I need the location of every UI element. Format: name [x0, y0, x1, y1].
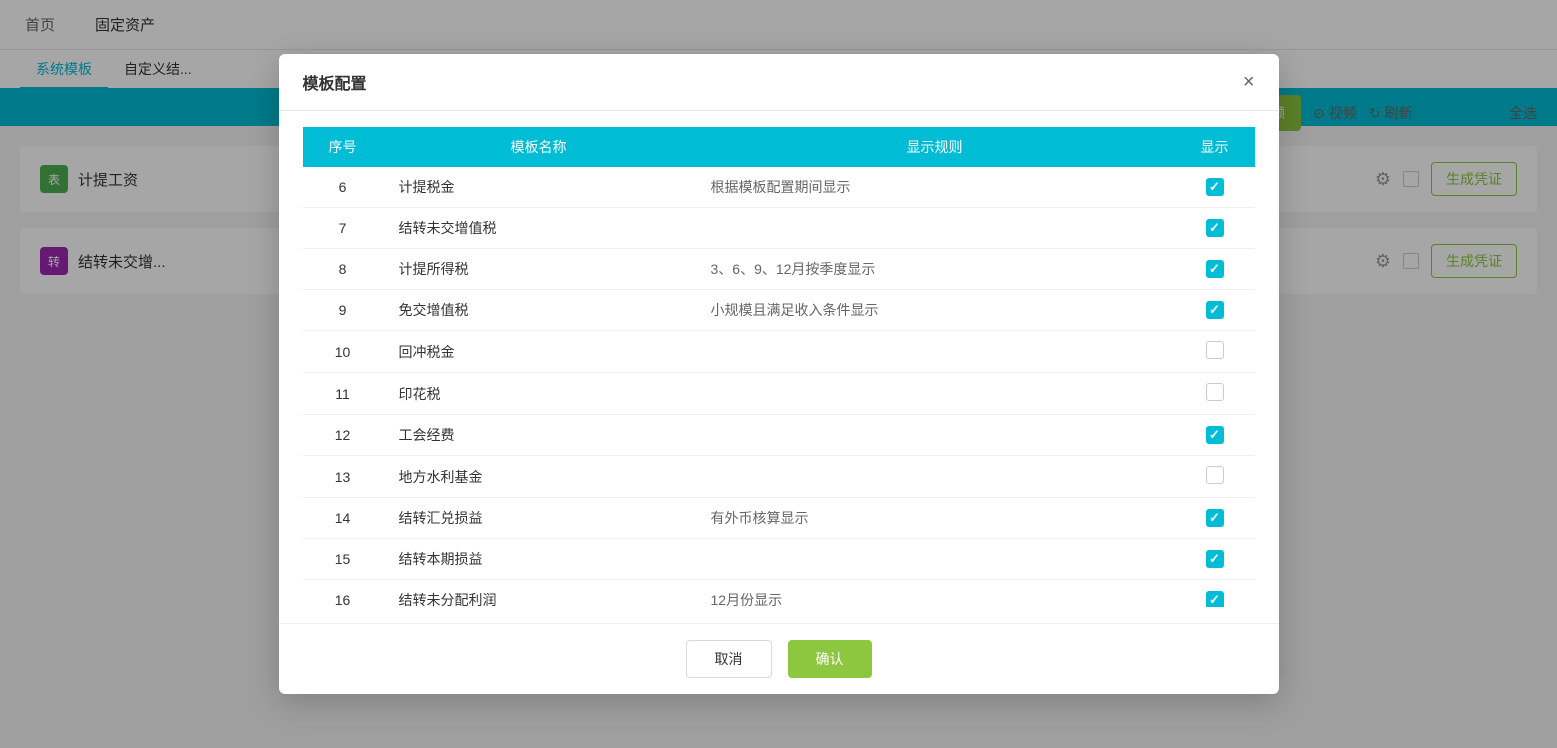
table-row: 14结转汇兑损益有外币核算显示: [303, 498, 1255, 539]
cell-check-10: [1175, 580, 1255, 608]
cell-name-0: 计提税金: [383, 167, 695, 208]
modal-close-button[interactable]: ×: [1243, 72, 1255, 92]
cell-rule-0: 根据模板配置期间显示: [695, 167, 1175, 208]
cell-rule-4: [695, 331, 1175, 373]
cell-name-6: 工会经费: [383, 415, 695, 456]
cell-seq-6: 12: [303, 415, 383, 456]
cell-check-7: [1175, 456, 1255, 498]
config-table: 序号 模板名称 显示规则 显示 6计提税金根据模板配置期间显示7结转未交增值税8…: [303, 127, 1255, 607]
modal-body: 序号 模板名称 显示规则 显示 6计提税金根据模板配置期间显示7结转未交增值税8…: [279, 111, 1279, 623]
table-row: 10回冲税金: [303, 331, 1255, 373]
cell-check-3: [1175, 290, 1255, 331]
template-config-modal: 模板配置 × 序号 模板名称 显示规则 显示 6计提税金根据模板配置期间显示7结…: [279, 54, 1279, 694]
table-body: 6计提税金根据模板配置期间显示7结转未交增值税8计提所得税3、6、9、12月按季…: [303, 167, 1255, 607]
cell-seq-0: 6: [303, 167, 383, 208]
col-header-name: 模板名称: [383, 127, 695, 167]
cell-rule-1: [695, 208, 1175, 249]
col-header-seq: 序号: [303, 127, 383, 167]
cell-seq-5: 11: [303, 373, 383, 415]
cell-name-9: 结转本期损益: [383, 539, 695, 580]
checkbox-8[interactable]: [1206, 509, 1224, 527]
checkbox-10[interactable]: [1206, 591, 1224, 607]
cell-seq-4: 10: [303, 331, 383, 373]
cell-check-5: [1175, 373, 1255, 415]
checkbox-0[interactable]: [1206, 178, 1224, 196]
cell-seq-7: 13: [303, 456, 383, 498]
cell-name-10: 结转未分配利润: [383, 580, 695, 608]
table-row: 7结转未交增值税: [303, 208, 1255, 249]
modal-overlay: 模板配置 × 序号 模板名称 显示规则 显示 6计提税金根据模板配置期间显示7结…: [0, 0, 1557, 748]
cell-rule-2: 3、6、9、12月按季度显示: [695, 249, 1175, 290]
cell-seq-1: 7: [303, 208, 383, 249]
table-row: 11印花税: [303, 373, 1255, 415]
cell-check-4: [1175, 331, 1255, 373]
checkbox-4[interactable]: [1206, 341, 1224, 359]
cell-check-2: [1175, 249, 1255, 290]
cell-check-6: [1175, 415, 1255, 456]
table-header: 序号 模板名称 显示规则 显示: [303, 127, 1255, 167]
cell-name-2: 计提所得税: [383, 249, 695, 290]
table-row: 16结转未分配利润12月份显示: [303, 580, 1255, 608]
checkbox-1[interactable]: [1206, 219, 1224, 237]
checkbox-9[interactable]: [1206, 550, 1224, 568]
cell-rule-7: [695, 456, 1175, 498]
cell-seq-9: 15: [303, 539, 383, 580]
cancel-button[interactable]: 取消: [686, 640, 772, 678]
cell-seq-10: 16: [303, 580, 383, 608]
cell-name-1: 结转未交增值税: [383, 208, 695, 249]
checkbox-7[interactable]: [1206, 466, 1224, 484]
table-row: 9免交增值税小规模且满足收入条件显示: [303, 290, 1255, 331]
cell-rule-10: 12月份显示: [695, 580, 1175, 608]
table-scroll-container[interactable]: 序号 模板名称 显示规则 显示 6计提税金根据模板配置期间显示7结转未交增值税8…: [303, 127, 1255, 607]
checkbox-2[interactable]: [1206, 260, 1224, 278]
cell-check-9: [1175, 539, 1255, 580]
cell-name-7: 地方水利基金: [383, 456, 695, 498]
cell-check-0: [1175, 167, 1255, 208]
col-header-rule: 显示规则: [695, 127, 1175, 167]
cell-rule-3: 小规模且满足收入条件显示: [695, 290, 1175, 331]
table-row: 15结转本期损益: [303, 539, 1255, 580]
cell-name-3: 免交增值税: [383, 290, 695, 331]
cell-rule-9: [695, 539, 1175, 580]
checkbox-6[interactable]: [1206, 426, 1224, 444]
cell-rule-5: [695, 373, 1175, 415]
cell-name-5: 印花税: [383, 373, 695, 415]
table-row: 12工会经费: [303, 415, 1255, 456]
table-row: 6计提税金根据模板配置期间显示: [303, 167, 1255, 208]
modal-title: 模板配置: [303, 70, 367, 94]
cell-seq-2: 8: [303, 249, 383, 290]
cell-check-1: [1175, 208, 1255, 249]
cell-seq-3: 9: [303, 290, 383, 331]
table-row: 8计提所得税3、6、9、12月按季度显示: [303, 249, 1255, 290]
cell-name-4: 回冲税金: [383, 331, 695, 373]
confirm-button[interactable]: 确认: [788, 640, 872, 678]
modal-footer: 取消 确认: [279, 623, 1279, 694]
cell-name-8: 结转汇兑损益: [383, 498, 695, 539]
cell-rule-8: 有外币核算显示: [695, 498, 1175, 539]
cell-rule-6: [695, 415, 1175, 456]
checkbox-5[interactable]: [1206, 383, 1224, 401]
cell-seq-8: 14: [303, 498, 383, 539]
cell-check-8: [1175, 498, 1255, 539]
modal-header: 模板配置 ×: [279, 54, 1279, 111]
checkbox-3[interactable]: [1206, 301, 1224, 319]
table-row: 13地方水利基金: [303, 456, 1255, 498]
col-header-show: 显示: [1175, 127, 1255, 167]
